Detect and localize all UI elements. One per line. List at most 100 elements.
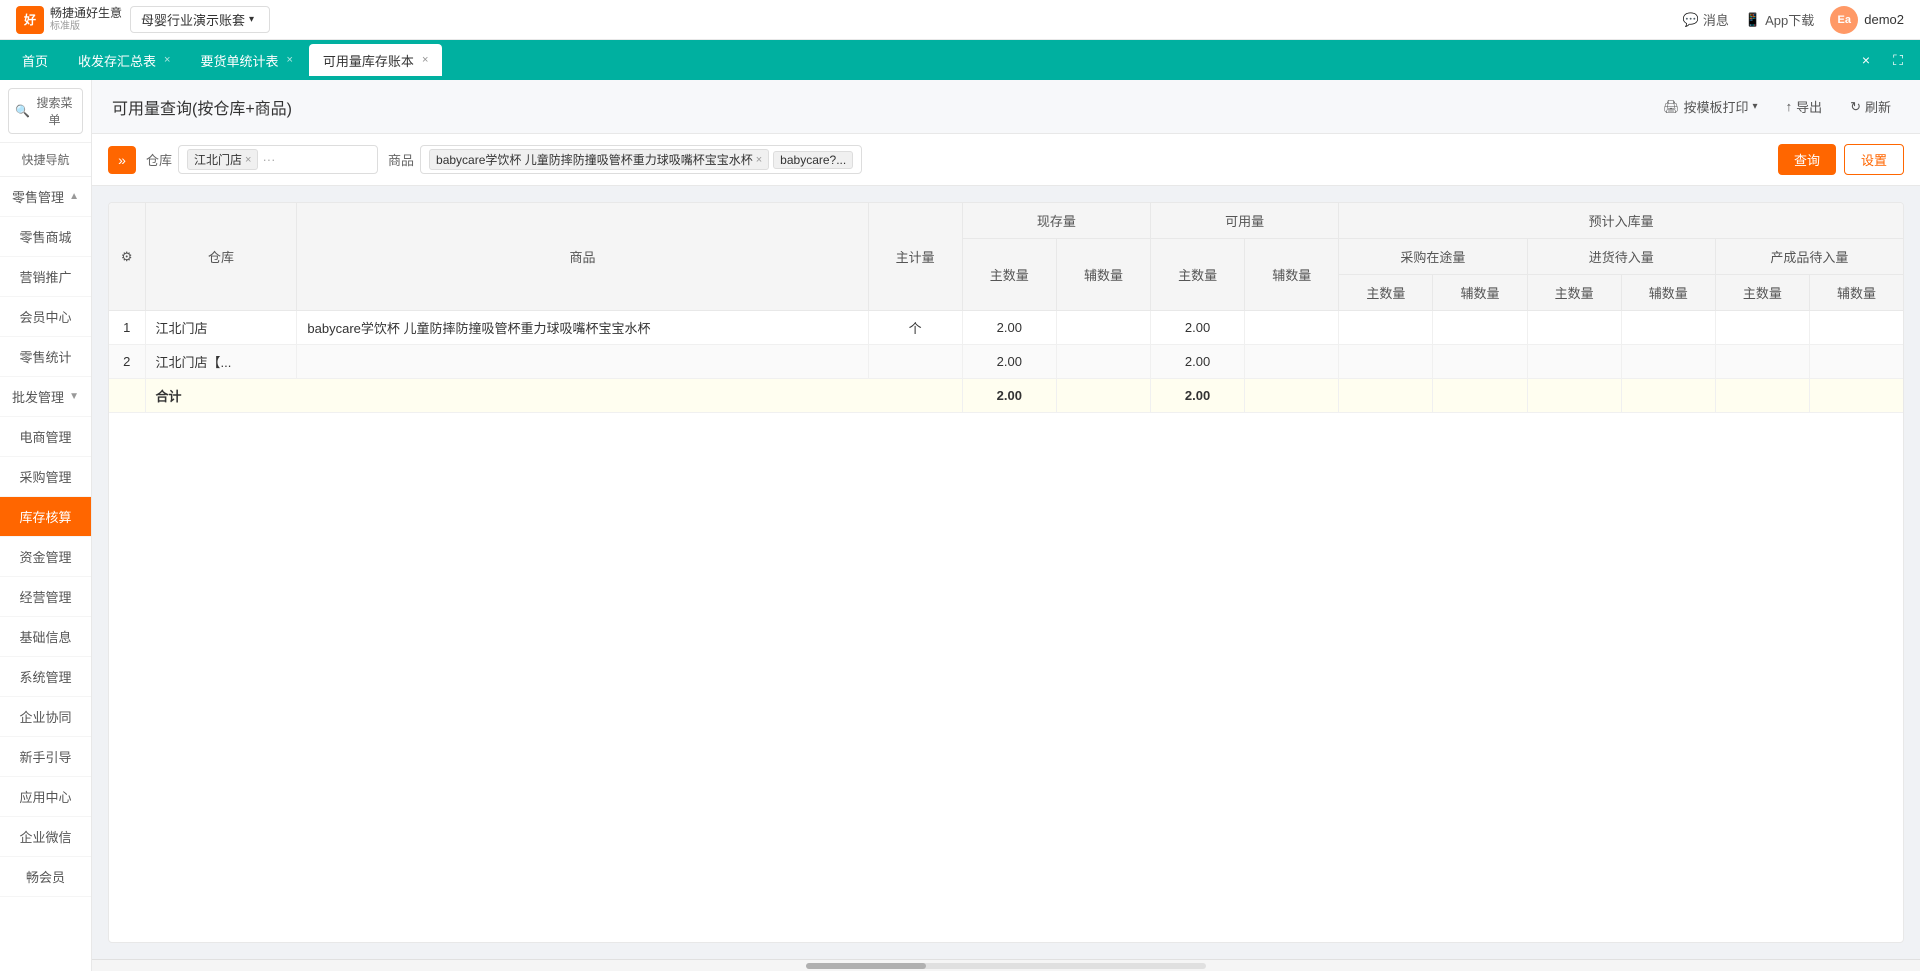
sidebar-item-wechat[interactable]: 企业微信: [0, 817, 91, 857]
th-production-group: 产成品待入量: [1715, 239, 1903, 275]
close-all-button[interactable]: ×: [1852, 46, 1880, 74]
td-footer-available-aux: [1245, 379, 1339, 413]
user-area[interactable]: Ea demo2: [1830, 6, 1904, 34]
main-layout: 🔍 搜索菜单 快捷导航 零售管理 ▲ 零售商城 营销推广 会员中心 零售统计 批…: [0, 80, 1920, 971]
td-available-main: 2.00: [1151, 345, 1245, 379]
td-available-aux: [1245, 311, 1339, 345]
page-header: 可用量查询(按仓库+商品) 🖨 按模板打印 ▾ ↑ 导出 ↻ 刷新: [92, 80, 1920, 134]
sidebar-item-guide[interactable]: 新手引导: [0, 737, 91, 777]
app-download-button[interactable]: 📱 App下载: [1745, 10, 1814, 29]
sidebar-item-collab[interactable]: 企业协同: [0, 697, 91, 737]
refresh-button[interactable]: ↻ 刷新: [1841, 92, 1900, 121]
product-label: 商品: [388, 150, 414, 169]
download-icon: 📱: [1745, 12, 1761, 28]
tab-order[interactable]: 要货单统计表 ×: [186, 44, 306, 76]
remove-product-tag-1[interactable]: ×: [756, 154, 762, 166]
message-button[interactable]: 💬 消息: [1683, 10, 1729, 29]
td-footer-empty: [109, 379, 145, 413]
td-purchase-main: [1339, 345, 1433, 379]
table-container: ⚙ 仓库 商品 主计量 现存量: [108, 202, 1904, 943]
sidebar-item-inventory[interactable]: 库存核算: [0, 497, 91, 537]
chevron-down-icon: ▾: [1753, 101, 1758, 112]
td-unit: [868, 345, 962, 379]
filter-expand-button[interactable]: »: [108, 146, 136, 174]
fullscreen-button[interactable]: ⛶: [1884, 46, 1912, 74]
td-footer-incoming-main: [1527, 379, 1621, 413]
td-footer-production-main: [1715, 379, 1809, 413]
th-settings[interactable]: ⚙: [109, 203, 145, 311]
sidebar-item-purchase[interactable]: 采购管理: [0, 457, 91, 497]
search-menu-button[interactable]: 🔍 搜索菜单: [8, 88, 83, 134]
tab-receive[interactable]: 收发存汇总表 ×: [64, 44, 184, 76]
product-input[interactable]: babycare学饮杯 儿童防摔防撞吸管杯重力球吸嘴杯宝宝水杯 × babyca…: [420, 145, 862, 174]
sidebar-item-marketing[interactable]: 营销推广: [0, 257, 91, 297]
sidebar-item-retail-mall[interactable]: 零售商城: [0, 217, 91, 257]
sidebar-item-operations[interactable]: 经营管理: [0, 577, 91, 617]
td-stock-aux: [1056, 345, 1150, 379]
th-available-main: 主数量: [1151, 239, 1245, 311]
td-footer-incoming-aux: [1621, 379, 1715, 413]
th-stock-main: 主数量: [962, 239, 1056, 311]
product-tag-2: babycare?...: [773, 151, 853, 169]
sidebar-item-ecommerce[interactable]: 电商管理: [0, 417, 91, 457]
td-stock-main: 2.00: [962, 345, 1056, 379]
td-purchase-main: [1339, 311, 1433, 345]
td-stock-main: 2.00: [962, 311, 1056, 345]
tab-stock[interactable]: 可用量库存账本 ×: [309, 44, 442, 76]
sidebar-item-wholesale[interactable]: 批发管理 ▼: [0, 377, 91, 417]
th-product: 商品: [297, 203, 868, 311]
query-button[interactable]: 查询: [1778, 144, 1836, 175]
sidebar-item-basic-info[interactable]: 基础信息: [0, 617, 91, 657]
tab-home[interactable]: 首页: [8, 44, 62, 76]
th-warehouse: 仓库: [145, 203, 297, 311]
sidebar-item-retail-stats[interactable]: 零售统计: [0, 337, 91, 377]
td-incoming-aux: [1621, 345, 1715, 379]
th-stock-aux: 辅数量: [1056, 239, 1150, 311]
scrollbar-track: [806, 963, 1206, 969]
print-button[interactable]: 🖨 按模板打印 ▾: [1654, 92, 1767, 121]
warehouse-tag: 江北门店 ×: [187, 149, 258, 170]
td-production-main: [1715, 311, 1809, 345]
export-icon: ↑: [1786, 99, 1793, 114]
close-tab-stock[interactable]: ×: [422, 54, 428, 66]
sidebar-item-app-center[interactable]: 应用中心: [0, 777, 91, 817]
warehouse-input[interactable]: 江北门店 × ···: [178, 145, 378, 174]
avatar: Ea: [1830, 6, 1858, 34]
table-body: 1 江北门店 babycare学饮杯 儿童防摔防撞吸管杯重力球吸嘴杯宝宝水杯 个…: [109, 311, 1903, 379]
close-tab-receive[interactable]: ×: [164, 54, 170, 66]
sidebar-item-member[interactable]: 畅会员: [0, 857, 91, 897]
settings-button[interactable]: 设置: [1844, 144, 1904, 175]
th-inbound-group: 预计入库量: [1339, 203, 1903, 239]
sidebar-search-area: 🔍 搜索菜单: [0, 80, 91, 143]
export-button[interactable]: ↑ 导出: [1777, 92, 1832, 121]
warehouse-label: 仓库: [146, 150, 172, 169]
sidebar-item-system[interactable]: 系统管理: [0, 657, 91, 697]
sidebar-item-retail-mgmt[interactable]: 零售管理 ▲: [0, 177, 91, 217]
td-footer-purchase-main: [1339, 379, 1433, 413]
td-unit: 个: [868, 311, 962, 345]
refresh-icon: ↻: [1850, 99, 1861, 115]
search-icon: 🔍: [15, 104, 30, 118]
industry-selector[interactable]: 母婴行业演示账套 ▾: [130, 6, 270, 33]
sidebar: 🔍 搜索菜单 快捷导航 零售管理 ▲ 零售商城 营销推广 会员中心 零售统计 批…: [0, 80, 92, 971]
td-stock-aux: [1056, 311, 1150, 345]
th-available-aux: 辅数量: [1245, 239, 1339, 311]
product-tag-1: babycare学饮杯 儿童防摔防撞吸管杯重力球吸嘴杯宝宝水杯 ×: [429, 149, 769, 170]
td-footer-label: 合计: [145, 379, 962, 413]
sidebar-item-finance[interactable]: 资金管理: [0, 537, 91, 577]
nav-right-btns: × ⛶: [1852, 46, 1920, 74]
remove-warehouse-tag[interactable]: ×: [245, 154, 251, 166]
th-purchase-aux: 辅数量: [1433, 275, 1527, 311]
quick-nav-button[interactable]: 快捷导航: [0, 143, 91, 177]
th-production-aux: 辅数量: [1810, 275, 1904, 311]
td-product: [297, 345, 868, 379]
th-incoming-group: 进货待入量: [1527, 239, 1715, 275]
sidebar-item-member-center[interactable]: 会员中心: [0, 297, 91, 337]
filter-action-buttons: 查询 设置: [1778, 144, 1904, 175]
close-tab-order[interactable]: ×: [286, 54, 292, 66]
td-product: babycare学饮杯 儿童防摔防撞吸管杯重力球吸嘴杯宝宝水杯: [297, 311, 868, 345]
td-index: 2: [109, 345, 145, 379]
bottom-scrollbar[interactable]: [92, 959, 1920, 971]
scrollbar-thumb[interactable]: [806, 963, 926, 969]
filter-area: » 仓库 江北门店 × ··· 商品 babycare学饮杯 儿童防摔防撞吸管杯…: [92, 134, 1920, 186]
